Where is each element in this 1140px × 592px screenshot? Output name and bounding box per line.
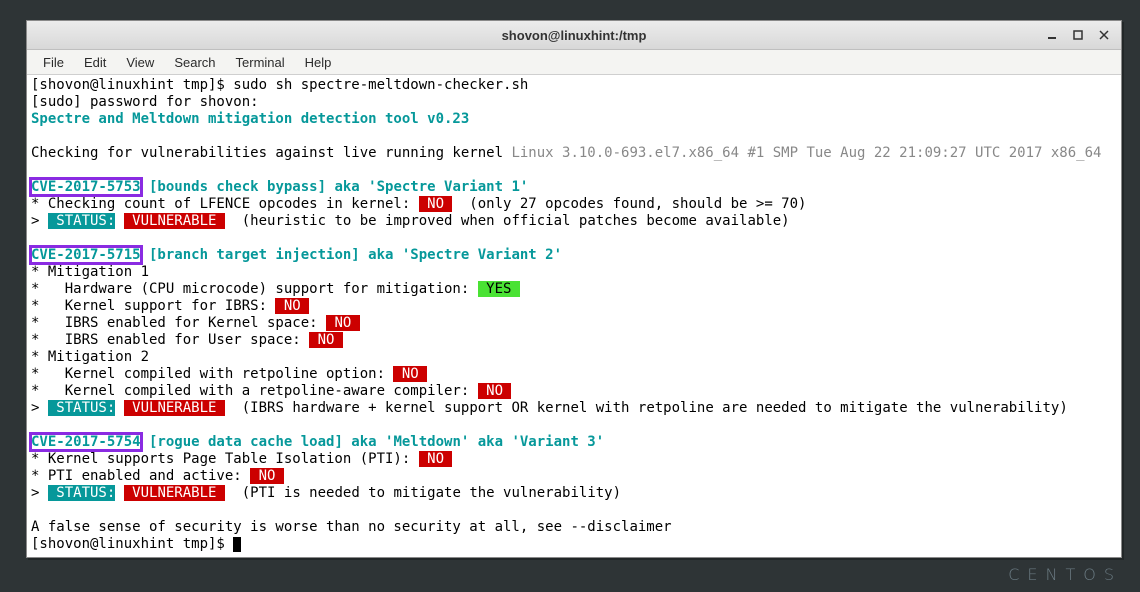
menubar: File Edit View Search Terminal Help <box>27 50 1121 75</box>
output-line: * IBRS enabled for Kernel space: <box>31 315 326 331</box>
status-no: NO <box>250 468 284 484</box>
kernel-version: Linux 3.10.0-693.el7.x86_64 #1 SMP Tue A… <box>511 145 1101 161</box>
status-vulnerable: VULNERABLE <box>124 485 225 501</box>
menu-edit[interactable]: Edit <box>74 53 116 72</box>
cve-2017-5754-header: CVE-2017-5754 <box>31 434 141 450</box>
status-no: NO <box>326 315 360 331</box>
output-line: * Mitigation 2 <box>31 349 149 365</box>
status-no: NO <box>419 196 453 212</box>
command-text: sudo sh spectre-meltdown-checker.sh <box>233 77 528 93</box>
output-line: * PTI enabled and active: <box>31 468 250 484</box>
maximize-icon <box>1073 30 1083 40</box>
maximize-button[interactable] <box>1065 25 1091 45</box>
cve-2017-5753-header: CVE-2017-5753 <box>31 179 141 195</box>
status-no: NO <box>393 366 427 382</box>
output-line: A false sense of security is worse than … <box>31 519 672 535</box>
minimize-button[interactable] <box>1039 25 1065 45</box>
output-line: * Checking count of LFENCE opcodes in ke… <box>31 196 419 212</box>
status-vulnerable: VULNERABLE <box>124 400 225 416</box>
close-button[interactable] <box>1091 25 1117 45</box>
output-line: * IBRS enabled for User space: <box>31 332 309 348</box>
output-line: * Kernel supports Page Table Isolation (… <box>31 451 419 467</box>
titlebar[interactable]: shovon@linuxhint:/tmp <box>27 21 1121 50</box>
menu-help[interactable]: Help <box>295 53 342 72</box>
prompt: [shovon@linuxhint tmp]$ <box>31 536 233 552</box>
output-line: [sudo] password for shovon: <box>31 94 259 110</box>
output-line: (heuristic to be improved when official … <box>225 213 790 229</box>
output-line: * Mitigation 1 <box>31 264 149 280</box>
output-line: * Kernel support for IBRS: <box>31 298 275 314</box>
cve-desc: [bounds check bypass] aka 'Spectre Varia… <box>141 179 529 195</box>
prompt: [shovon@linuxhint tmp]$ <box>31 77 233 93</box>
status-label: STATUS: <box>48 213 115 229</box>
status-yes: YES <box>478 281 520 297</box>
menu-terminal[interactable]: Terminal <box>226 53 295 72</box>
menu-view[interactable]: View <box>116 53 164 72</box>
status-no: NO <box>275 298 309 314</box>
menu-file[interactable]: File <box>33 53 74 72</box>
status-label: STATUS: <box>48 485 115 501</box>
output-line: * Kernel compiled with retpoline option: <box>31 366 393 382</box>
output-line: (only 27 opcodes found, should be >= 70) <box>452 196 806 212</box>
cve-desc: [rogue data cache load] aka 'Meltdown' a… <box>141 434 605 450</box>
terminal-window: shovon@linuxhint:/tmp File Edit View Sea… <box>26 20 1122 558</box>
output-line: Checking for vulnerabilities against liv… <box>31 145 511 161</box>
window-controls <box>1039 21 1117 49</box>
status-label: STATUS: <box>48 400 115 416</box>
terminal-output[interactable]: [shovon@linuxhint tmp]$ sudo sh spectre-… <box>27 75 1121 557</box>
status-no: NO <box>478 383 512 399</box>
minimize-icon <box>1047 30 1057 40</box>
close-icon <box>1099 30 1109 40</box>
tool-title: Spectre and Meltdown mitigation detectio… <box>31 111 469 127</box>
menu-search[interactable]: Search <box>164 53 225 72</box>
output-line: * Kernel compiled with a retpoline-aware… <box>31 383 478 399</box>
cve-2017-5715-header: CVE-2017-5715 <box>31 247 141 263</box>
cve-desc: [branch target injection] aka 'Spectre V… <box>141 247 562 263</box>
status-no: NO <box>309 332 343 348</box>
status-vulnerable: VULNERABLE <box>124 213 225 229</box>
status-no: NO <box>419 451 453 467</box>
window-title: shovon@linuxhint:/tmp <box>27 28 1121 43</box>
cursor <box>233 537 241 552</box>
output-line: * Hardware (CPU microcode) support for m… <box>31 281 478 297</box>
desktop-brand: CENTOS <box>1008 565 1122 584</box>
output-line: (IBRS hardware + kernel support OR kerne… <box>225 400 1068 416</box>
output-line: (PTI is needed to mitigate the vulnerabi… <box>225 485 621 501</box>
